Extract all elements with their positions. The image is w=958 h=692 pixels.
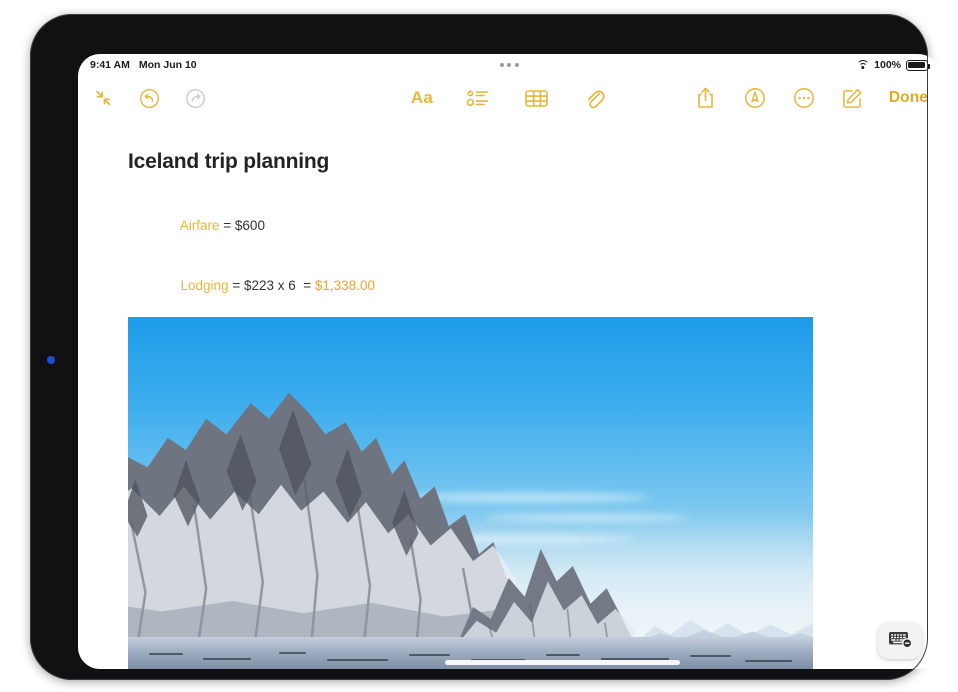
calc-expression: = $600 (219, 218, 265, 233)
show-keyboard-icon (888, 629, 913, 654)
calc-result: $1,338.00 (314, 278, 375, 293)
calc-variable-name: Airfare (179, 218, 220, 233)
calc-line: Lodging = $223 x 6 = $1,338.00 (128, 256, 940, 316)
share-icon[interactable] (693, 85, 719, 111)
show-keyboard-button[interactable] (878, 623, 922, 659)
photo-secondary-peak (456, 525, 635, 645)
checklist-icon[interactable] (465, 85, 491, 111)
calc-line: Airfare = $600 (128, 196, 940, 256)
page-title: Iceland trip planning (128, 150, 330, 173)
bezel-callout-marker (47, 356, 55, 364)
status-bar: 9:41 AM Mon Jun 10 100% (78, 54, 940, 76)
calc-variable-name: Lodging (180, 278, 229, 293)
snow-covered-mountain-photo (128, 317, 813, 669)
wifi-icon (856, 60, 870, 70)
status-bar-right: 100% (856, 59, 931, 71)
compose-icon[interactable] (840, 85, 866, 111)
screenshot-root: 9:41 AM Mon Jun 10 100% Aa Done Iceland … (0, 0, 958, 692)
ipad-device-frame: 9:41 AM Mon Jun 10 100% Aa Done Iceland … (30, 14, 940, 680)
more-ellipsis-icon[interactable] (791, 85, 817, 111)
paperclip-icon[interactable] (581, 85, 607, 111)
note-image-attachment[interactable] (128, 317, 813, 669)
markup-pen-icon[interactable] (742, 85, 768, 111)
multitasking-dots-icon[interactable] (499, 63, 519, 67)
notes-toolbar: Aa Done (78, 76, 940, 120)
done-button[interactable]: Done (889, 89, 928, 107)
battery-percent-label: 100% (874, 59, 901, 71)
status-bar-center (78, 63, 940, 67)
table-icon[interactable] (523, 85, 549, 111)
battery-icon (906, 59, 931, 71)
format-text-button[interactable]: Aa (411, 88, 433, 108)
home-indicator[interactable] (445, 660, 680, 665)
calc-expression: = $223 x 6 = (228, 278, 315, 293)
note-body[interactable]: Iceland trip planning Airfare = $600 Lod… (78, 120, 940, 669)
ipad-screen: 9:41 AM Mon Jun 10 100% Aa Done Iceland … (78, 54, 940, 669)
toolbar-right-group: Done (693, 76, 928, 120)
